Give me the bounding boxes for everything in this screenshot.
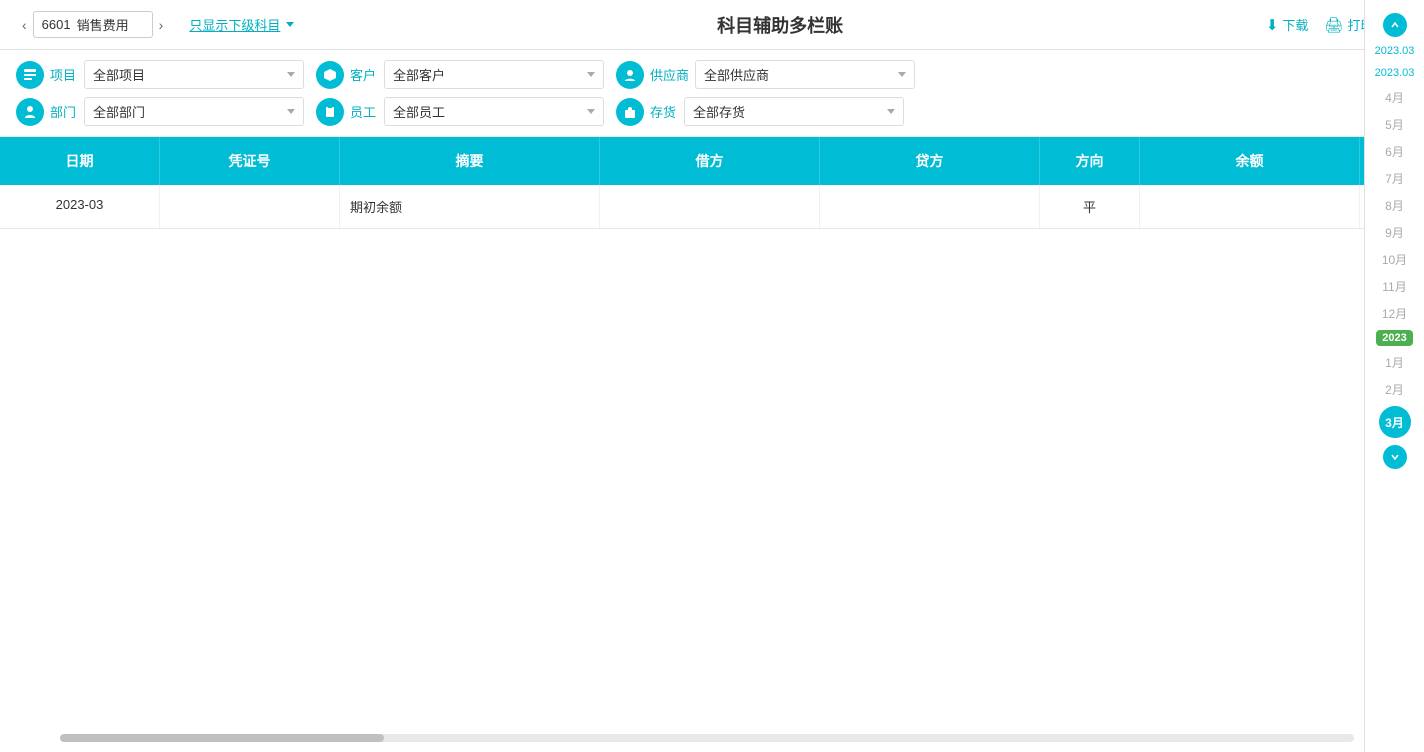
supplier-icon xyxy=(616,61,644,89)
col-debit: 借方 xyxy=(600,137,820,185)
sidebar-month-8[interactable]: 8月 xyxy=(1365,192,1424,219)
filter-project: 项目 全部项目 xyxy=(16,60,304,89)
sidebar-month-4[interactable]: 4月 xyxy=(1365,84,1424,111)
cell-voucher xyxy=(160,185,340,228)
supplier-select[interactable]: 全部供应商 xyxy=(695,60,915,89)
next-account-btn[interactable]: › xyxy=(153,15,170,35)
sidebar-up-btn[interactable] xyxy=(1383,13,1407,37)
inventory-icon xyxy=(616,98,644,126)
department-value: 全部部门 xyxy=(93,102,145,121)
supplier-select-arrow xyxy=(898,72,906,77)
col-balance: 余额 xyxy=(1140,137,1360,185)
filter-supplier: 供应商 全部供应商 xyxy=(616,60,915,89)
department-select[interactable]: 全部部门 xyxy=(84,97,304,126)
filter-row-1: 项目 全部项目 客户 全部客户 xyxy=(16,60,1408,89)
right-sidebar: 2023.03 2023.03 4月 5月 6月 7月 8月 9月 10月 11… xyxy=(1364,0,1424,752)
cell-debit xyxy=(600,185,820,228)
department-icon xyxy=(16,98,44,126)
download-icon: ⬇ xyxy=(1266,16,1279,34)
department-select-arrow xyxy=(287,109,295,114)
cell-direction: 平 xyxy=(1040,185,1140,228)
col-direction: 方向 xyxy=(1040,137,1140,185)
prev-account-btn[interactable]: ‹ xyxy=(16,15,33,35)
project-icon xyxy=(16,61,44,89)
filter-inventory: 存货 全部存货 xyxy=(616,97,904,126)
customer-select-arrow xyxy=(587,72,595,77)
employee-select[interactable]: 全部员工 xyxy=(384,97,604,126)
col-credit: 贷方 xyxy=(820,137,1040,185)
cell-date: 2023-03 xyxy=(0,185,160,228)
scroll-thumb xyxy=(60,734,384,742)
supplier-value: 全部供应商 xyxy=(704,65,769,84)
project-label: 项目 xyxy=(50,65,78,84)
sidebar-down-btn[interactable] xyxy=(1383,445,1407,469)
inventory-label: 存货 xyxy=(650,102,678,121)
inventory-select[interactable]: 全部存货 xyxy=(684,97,904,126)
sidebar-month-12[interactable]: 12月 xyxy=(1365,300,1424,327)
sidebar-month-6[interactable]: 6月 xyxy=(1365,138,1424,165)
sidebar-month-5[interactable]: 5月 xyxy=(1365,111,1424,138)
top-bar: ‹ 6601 销售费用 › 只显示下级科目 科目辅助多栏账 ⬇ 下载 🖨 打印 … xyxy=(0,0,1424,50)
sidebar-month-10[interactable]: 10月 xyxy=(1365,246,1424,273)
table-row: 2023-03 期初余额 平 xyxy=(0,185,1424,229)
show-sub-toggle[interactable]: 只显示下级科目 xyxy=(189,15,294,34)
scroll-track xyxy=(60,734,1354,742)
table-header: 日期 凭证号 摘要 借方 贷方 方向 余额 xyxy=(0,137,1424,185)
employee-icon xyxy=(316,98,344,126)
employee-label: 员工 xyxy=(350,102,378,121)
col-date: 日期 xyxy=(0,137,160,185)
page-title: 科目辅助多栏账 xyxy=(294,12,1265,38)
main-window: ‹ 6601 销售费用 › 只显示下级科目 科目辅助多栏账 ⬇ 下载 🖨 打印 … xyxy=(0,0,1424,752)
horizontal-scrollbar[interactable] xyxy=(60,734,1354,744)
sidebar-month-7[interactable]: 7月 xyxy=(1365,165,1424,192)
account-code: 6601 xyxy=(42,17,71,32)
supplier-label: 供应商 xyxy=(650,65,689,84)
customer-label: 客户 xyxy=(350,65,378,84)
col-summary: 摘要 xyxy=(340,137,600,185)
chevron-down-icon xyxy=(286,22,294,27)
filter-employee: 员工 全部员工 xyxy=(316,97,604,126)
filter-department: 部门 全部部门 xyxy=(16,97,304,126)
sidebar-month-2[interactable]: 2月 xyxy=(1365,376,1424,403)
year-badge-2023[interactable]: 2023 xyxy=(1376,330,1412,346)
employee-select-arrow xyxy=(587,109,595,114)
account-name: 销售费用 xyxy=(77,15,129,34)
sidebar-period-start[interactable]: 2023.03 xyxy=(1365,40,1424,62)
employee-value: 全部员工 xyxy=(393,102,445,121)
filter-row-2: 部门 全部部门 员工 全部员工 xyxy=(16,97,1408,126)
customer-value: 全部客户 xyxy=(393,65,445,84)
print-icon: 🖨 xyxy=(1324,16,1343,34)
inventory-select-arrow xyxy=(887,109,895,114)
sidebar-period-end[interactable]: 2023.03 xyxy=(1365,62,1424,84)
filter-customer: 客户 全部客户 xyxy=(316,60,604,89)
project-select-arrow xyxy=(287,72,295,77)
table-area: 日期 凭证号 摘要 借方 贷方 方向 余额 2023-03 期初余额 平 xyxy=(0,137,1424,229)
cell-credit xyxy=(820,185,1040,228)
sidebar-month-1[interactable]: 1月 xyxy=(1365,349,1424,376)
project-select[interactable]: 全部项目 xyxy=(84,60,304,89)
cell-balance xyxy=(1140,185,1360,228)
department-label: 部门 xyxy=(50,102,78,121)
project-value: 全部项目 xyxy=(93,65,145,84)
filter-area: 项目 全部项目 客户 全部客户 xyxy=(0,50,1424,137)
sidebar-month-11[interactable]: 11月 xyxy=(1365,273,1424,300)
sidebar-month-3-active[interactable]: 3月 xyxy=(1379,406,1411,438)
customer-icon xyxy=(316,61,344,89)
customer-select[interactable]: 全部客户 xyxy=(384,60,604,89)
account-code-box: 6601 销售费用 xyxy=(33,11,153,38)
cell-summary: 期初余额 xyxy=(340,185,600,228)
download-button[interactable]: ⬇ 下载 xyxy=(1266,15,1309,34)
col-voucher: 凭证号 xyxy=(160,137,340,185)
inventory-value: 全部存货 xyxy=(693,102,745,121)
sidebar-month-9[interactable]: 9月 xyxy=(1365,219,1424,246)
